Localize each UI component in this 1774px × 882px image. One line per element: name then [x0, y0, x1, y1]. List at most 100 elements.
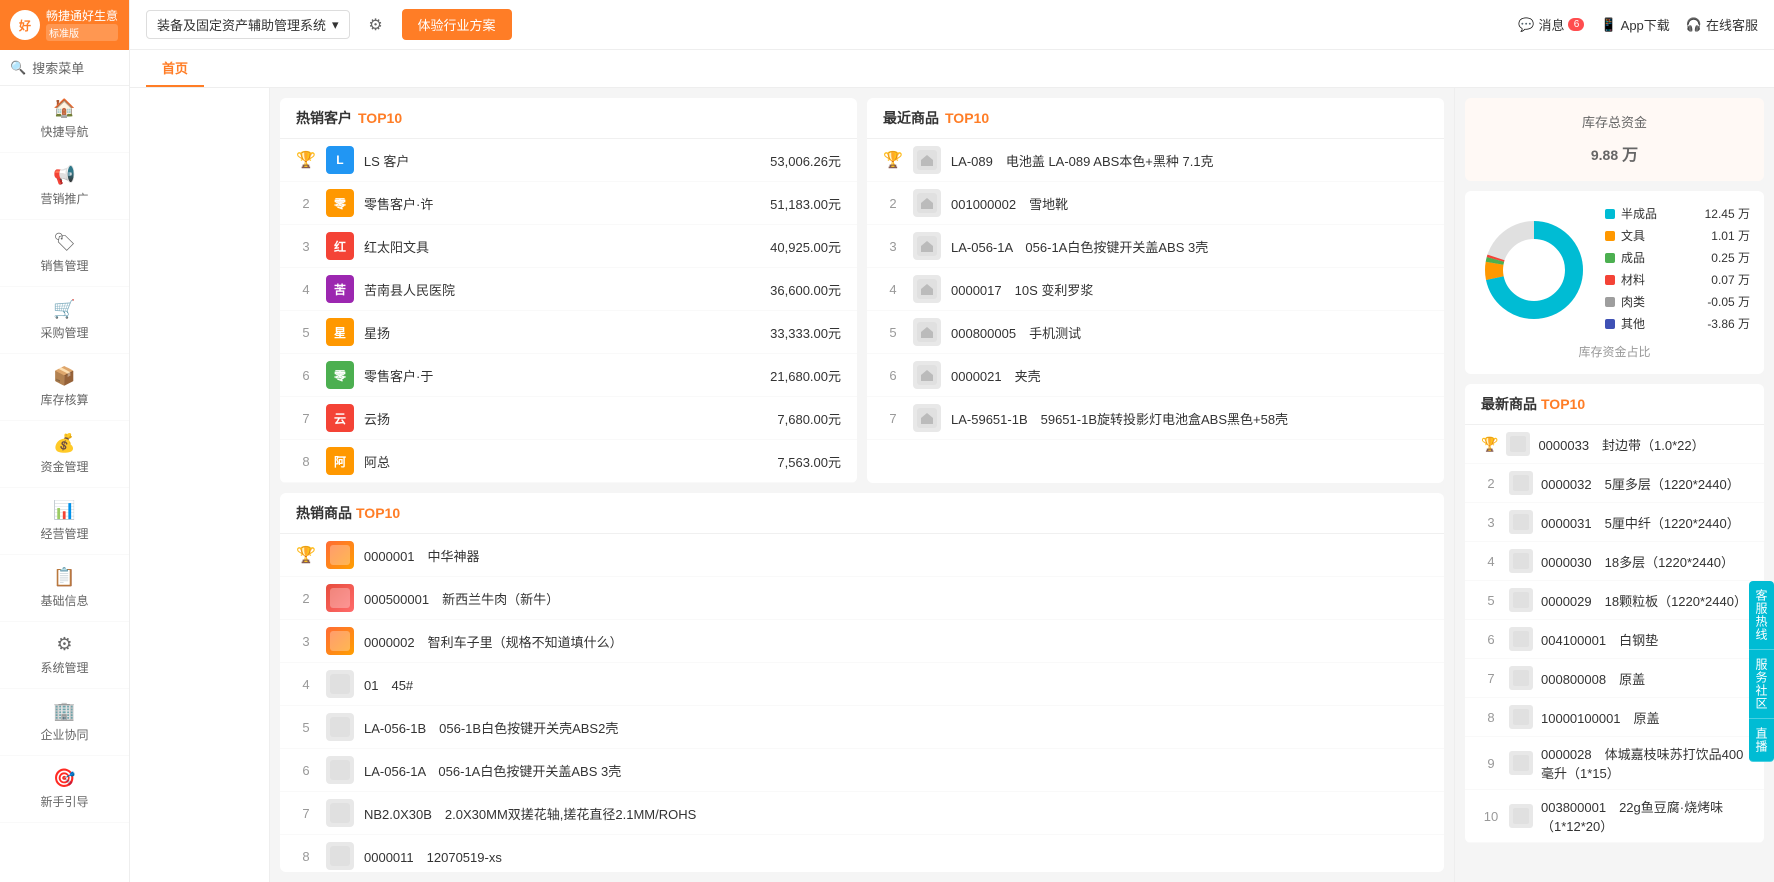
right-panel: 库存总资金 9.88万 — [1454, 88, 1774, 882]
system-selector[interactable]: 装备及固定资产辅助管理系统 ▾ — [146, 10, 350, 39]
customer-top10-header: 热销客户 TOP10 — [280, 98, 857, 139]
topbar-right: 💬 消息 6 📱 App下载 🎧 在线客服 — [1518, 15, 1758, 34]
search-menu-button[interactable]: 🔍 搜索菜单 — [0, 50, 129, 86]
tab-home[interactable]: 首页 — [146, 50, 204, 87]
new-product-item: 10 003800001 22g鱼豆腐·烧烤味（1*12*20） — [1465, 790, 1764, 843]
sidebar-item-enterprise[interactable]: 🏢 企业协同 — [0, 689, 129, 756]
legend-label: 其他 — [1621, 315, 1701, 332]
live-broadcast-button[interactable]: 直播 — [1749, 719, 1774, 762]
rank-num: 2 — [296, 196, 316, 211]
product-img — [1509, 705, 1533, 729]
customer-top10-title: 热销客户 — [296, 108, 352, 128]
recent-product-item: 2 001000002 雪地靴 — [867, 182, 1444, 225]
hot-product-item: 5 LA-056-1B 056-1B白色按键开关壳ABS2壳 — [280, 706, 1444, 749]
basics-icon: 📋 — [53, 567, 75, 588]
rank-number: 6 — [296, 763, 316, 778]
recent-product-list: 🏆 LA-089 电池盖 LA-089 ABS本色+黑种 7.1克 2 0 — [867, 139, 1444, 440]
sales-icon: 🏷 — [53, 232, 76, 253]
recent-product-item: 3 LA-056-1A 056-1A白色按键开关盖ABS 3壳 — [867, 225, 1444, 268]
sidebar-item-system[interactable]: ⚙ 系统管理 — [0, 622, 129, 689]
sidebar-item-inventory[interactable]: 📦 库存核算 — [0, 354, 129, 421]
sidebar-item-label: 基础信息 — [40, 592, 88, 609]
sidebar-item-label: 营销推广 — [40, 190, 88, 207]
legend-label: 文具 — [1621, 227, 1705, 244]
logo-badge: 标准版 — [46, 24, 118, 41]
gear-icon: ⚙ — [368, 15, 382, 35]
product-info: 0000001 中华神器 — [364, 546, 1428, 565]
legend-item: 材料 0.07 万 — [1605, 271, 1750, 288]
settings-button[interactable]: ⚙ — [362, 11, 390, 39]
new-product-item: 4 0000030 18多层（1220*2440） — [1465, 542, 1764, 581]
sidebar-item-marketing[interactable]: 📢 营销推广 — [0, 153, 129, 220]
product-info: 0000030 18多层（1220*2440） — [1541, 552, 1748, 571]
customer-avatar: 苦 — [326, 275, 354, 303]
new-products-title: 最新商品 — [1481, 394, 1537, 414]
product-info: 10000100001 原盖 — [1541, 708, 1748, 727]
sidebar-item-label: 经营管理 — [40, 525, 88, 542]
product-info: 0000011 12070519-xs — [364, 847, 1428, 866]
search-icon: 🔍 — [10, 60, 26, 76]
rank-number: 4 — [1481, 554, 1501, 569]
customer-avatar: 云 — [326, 404, 354, 432]
legend-label: 半成品 — [1621, 205, 1699, 222]
product-info: NB2.0X30B 2.0X30MM双搓花轴,搓花直径2.1MM/ROHS — [364, 804, 1428, 823]
customer-name: 零售客户·许 — [364, 194, 760, 213]
product-img — [1509, 751, 1533, 775]
customer-rank-item: 2 零 零售客户·许 51,183.00元 — [280, 182, 857, 225]
broadcast-label: 直播 — [1754, 727, 1768, 753]
customer-rank-item: 5 星 星扬 33,333.00元 — [280, 311, 857, 354]
rank-number: 2 — [296, 591, 316, 606]
trophy-icon: 🏆 — [1481, 436, 1498, 453]
sidebar-item-quick-nav[interactable]: 🏠 快捷导航 — [0, 86, 129, 153]
hot-products-header: 热销商品 TOP10 — [280, 493, 1444, 534]
sidebar-item-finance[interactable]: 💰 资金管理 — [0, 421, 129, 488]
online-service-button[interactable]: 🎧 在线客服 — [1686, 15, 1758, 34]
rank-number: 3 — [883, 239, 903, 254]
product-img — [1509, 549, 1533, 573]
sidebar-item-newbie[interactable]: 🎯 新手引导 — [0, 756, 129, 823]
rank-number: 8 — [1481, 710, 1501, 725]
new-product-item: 9 0000028 体城嘉枝味苏打饮品400毫升（1*15） — [1465, 737, 1764, 790]
app-download-button[interactable]: 📱 App下载 — [1600, 15, 1669, 34]
messages-button[interactable]: 💬 消息 6 — [1518, 15, 1584, 34]
hot-product-list: 🏆 0000001 中华神器 2 000500001 新西兰牛肉（新牛） — [280, 534, 1444, 872]
legend-item: 半成品 12.45 万 — [1605, 205, 1750, 222]
product-info: 0000002 智利车子里（规格不知道填什么） — [364, 632, 1428, 651]
rank-number: 5 — [296, 325, 316, 340]
legend-value: 12.45 万 — [1705, 205, 1750, 222]
sidebar-item-purchase[interactable]: 🛒 采购管理 — [0, 287, 129, 354]
inventory-amount: 9.88万 — [1481, 135, 1748, 167]
sidebar-item-label: 库存核算 — [40, 391, 88, 408]
product-thumb — [326, 541, 354, 569]
customer-amount: 51,183.00元 — [770, 194, 841, 213]
inventory-icon: 📦 — [53, 366, 75, 387]
legend-color — [1605, 231, 1615, 241]
sidebar-item-sales[interactable]: 🏷 销售管理 — [0, 220, 129, 287]
rank-number: 9 — [1481, 756, 1501, 771]
product-info: 000500001 新西兰牛肉（新牛） — [364, 589, 1428, 608]
customer-name: 阿总 — [364, 452, 767, 471]
recent-products-badge: TOP10 — [945, 110, 989, 126]
rank-number: 7 — [296, 411, 316, 426]
enterprise-icon: 🏢 — [53, 701, 75, 722]
purchase-icon: 🛒 — [53, 299, 75, 320]
trophy-icon: 🏆 — [296, 150, 316, 170]
new-products-header: 最新商品 TOP10 — [1465, 384, 1764, 425]
sidebar-item-operations[interactable]: 📊 经营管理 — [0, 488, 129, 555]
sidebar-item-basics[interactable]: 📋 基础信息 — [0, 555, 129, 622]
legend-label: 肉类 — [1621, 293, 1701, 310]
messages-badge: 6 — [1568, 18, 1584, 31]
customer-amount: 33,333.00元 — [770, 323, 841, 342]
experience-button[interactable]: 体验行业方案 — [402, 9, 512, 40]
chart-footer: 库存资金占比 — [1479, 343, 1750, 360]
recent-products-title: 最近商品 — [883, 108, 939, 128]
trophy-icon: 🏆 — [883, 150, 903, 170]
customer-hotline-button[interactable]: 客服热线 — [1749, 581, 1774, 650]
messages-label: 消息 — [1538, 15, 1564, 34]
recent-products-header: 最近商品 TOP10 — [867, 98, 1444, 139]
product-info: 0000021 夹壳 — [951, 366, 1428, 385]
service-community-button[interactable]: 服务社区 — [1749, 650, 1774, 719]
customer-rank-item: 8 阿 阿总 7,563.00元 — [280, 440, 857, 483]
sidebar-item-label: 快捷导航 — [40, 123, 88, 140]
product-img — [1509, 627, 1533, 651]
